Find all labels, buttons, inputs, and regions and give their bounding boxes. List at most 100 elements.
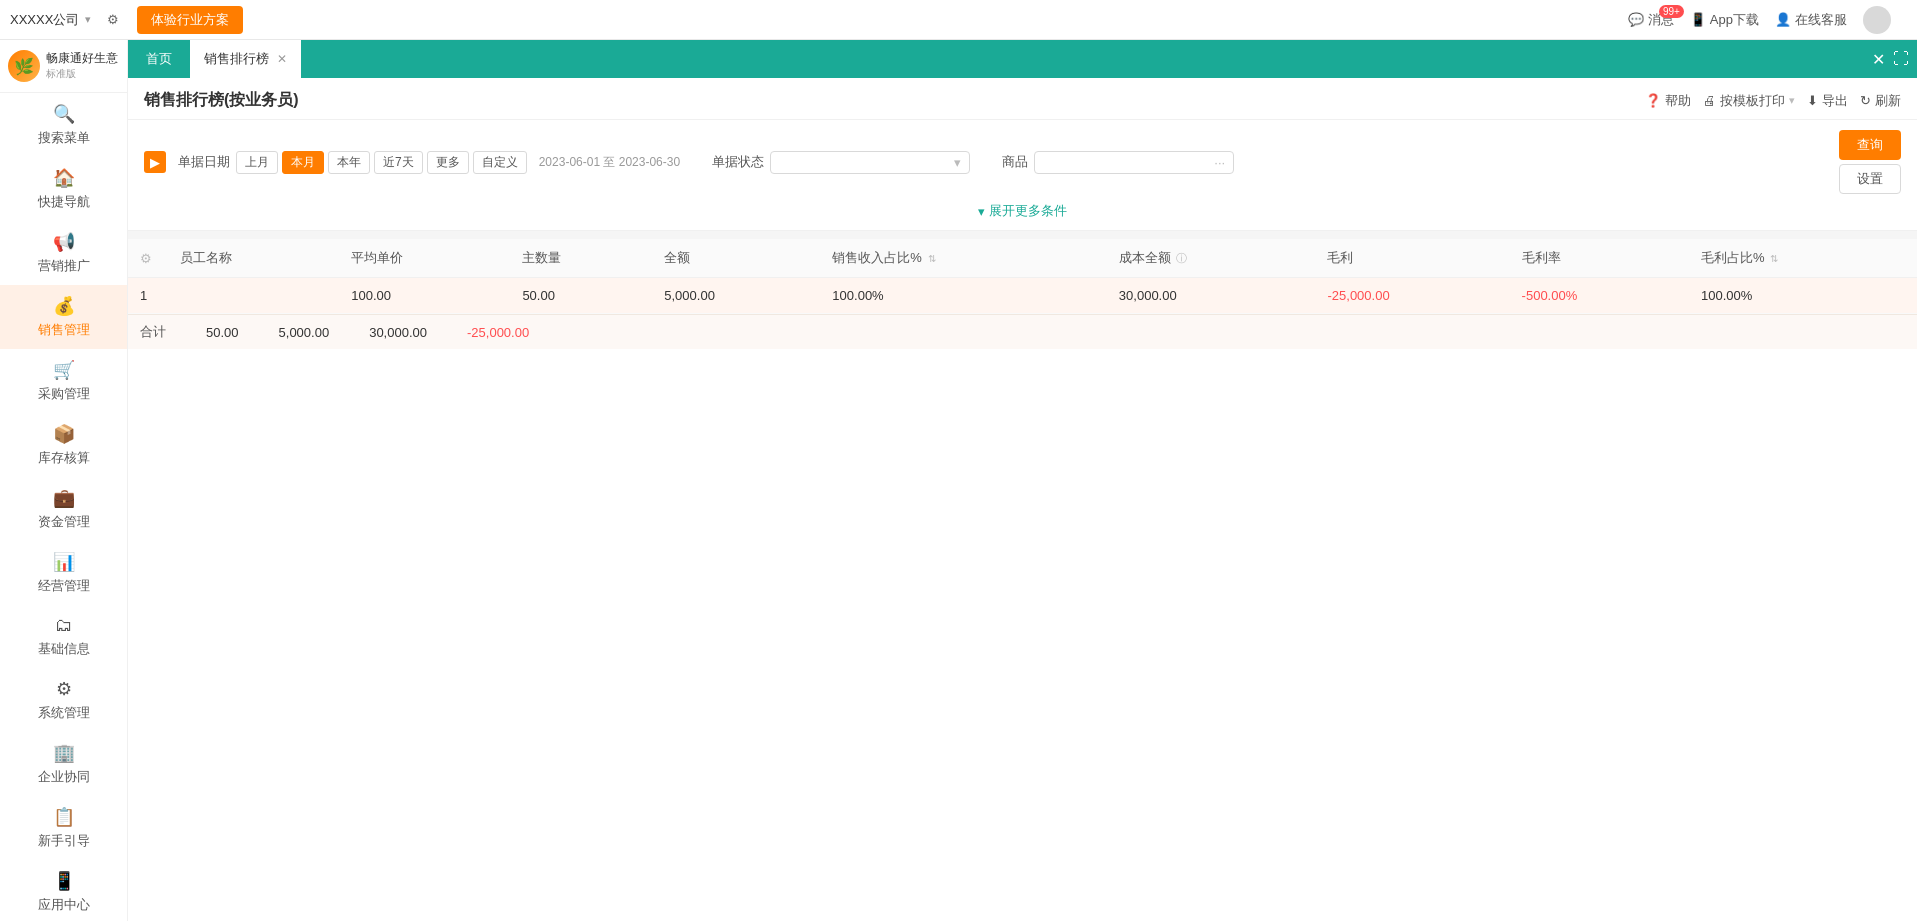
- window-maximize-icon[interactable]: ⛶: [1893, 50, 1909, 68]
- sidebar-item-purchase[interactable]: 🛒 采购管理: [0, 349, 127, 413]
- footer-gross-profit: -25,000.00: [467, 325, 529, 340]
- cost-info-icon[interactable]: ⓘ: [1176, 252, 1187, 264]
- window-close-icon[interactable]: ✕: [1872, 50, 1885, 69]
- collapse-filter-button[interactable]: ▶: [144, 151, 166, 173]
- expand-more-button[interactable]: ▾ 展开更多条件: [144, 202, 1901, 220]
- sidebar-item-label: 快捷导航: [38, 193, 90, 211]
- expand-more-label: 展开更多条件: [989, 202, 1067, 220]
- col-gross-rate: 毛利率: [1510, 239, 1689, 278]
- status-chevron-icon: ▾: [954, 155, 961, 170]
- page-actions: ❓ 帮助 🖨 按模板打印 ▾ ⬇ 导出 ↻ 刷新: [1645, 92, 1901, 110]
- sidebar-item-search[interactable]: 🔍 搜索菜单: [0, 93, 127, 157]
- filter-goods-item: 商品 ···: [1002, 151, 1234, 174]
- query-button[interactable]: 查询: [1839, 130, 1901, 160]
- filter-area: ▶ 单据日期 上月 本月 本年 近7天 更多 自定义 2023-06-01 至 …: [128, 120, 1917, 231]
- sidebar-item-label: 基础信息: [38, 640, 90, 658]
- service-label: 在线客服: [1795, 11, 1847, 29]
- data-table-wrapper: ⚙ 员工名称 平均单价 主数量: [128, 239, 1917, 921]
- app-icon: 📱: [1690, 12, 1706, 27]
- col-gross-pct: 毛利占比% ⇅: [1689, 239, 1917, 278]
- export-label: 导出: [1822, 92, 1848, 110]
- last7days-btn[interactable]: 近7天: [374, 151, 423, 174]
- avatar[interactable]: [1863, 6, 1891, 34]
- sidebar-item-guide[interactable]: 📋 新手引导: [0, 796, 127, 860]
- footer-cost-amount: 30,000.00: [369, 325, 427, 340]
- custom-btn[interactable]: 自定义: [473, 151, 527, 174]
- cell-sales-pct: 100.00%: [820, 278, 1107, 314]
- purchase-icon: 🛒: [53, 359, 75, 381]
- col-sales-pct: 销售收入占比% ⇅: [820, 239, 1107, 278]
- sidebar-item-sales[interactable]: 💰 销售管理: [0, 285, 127, 349]
- refresh-button[interactable]: ↻ 刷新: [1860, 92, 1901, 110]
- goods-input[interactable]: ···: [1034, 151, 1234, 174]
- system-icon: ⚙: [56, 678, 72, 700]
- tab-bar-right: ✕ ⛶: [1872, 50, 1917, 69]
- print-chevron-icon: ▾: [1789, 94, 1795, 107]
- page-title: 销售排行榜(按业务员): [144, 90, 299, 111]
- more-btn[interactable]: 更多: [427, 151, 469, 174]
- header-right: 💬 消息 99+ 📱 App下载 👤 在线客服: [1628, 6, 1907, 34]
- page-area: 销售排行榜(按业务员) ❓ 帮助 🖨 按模板打印 ▾ ⬇ 导出: [128, 78, 1917, 921]
- col-setting[interactable]: ⚙: [128, 239, 168, 278]
- filter-row-main: ▶ 单据日期 上月 本月 本年 近7天 更多 自定义 2023-06-01 至 …: [144, 130, 1901, 194]
- table-header-row: ⚙ 员工名称 平均单价 主数量: [128, 239, 1917, 278]
- sidebar-item-label: 新手引导: [38, 832, 90, 850]
- sidebar-item-apps[interactable]: 📱 应用中心: [0, 860, 127, 921]
- current-year-btn[interactable]: 本年: [328, 151, 370, 174]
- col-avg-price: 平均单价: [339, 239, 510, 278]
- company-selector[interactable]: XXXXX公司 ▾: [10, 11, 91, 29]
- col-name-label: 员工名称: [180, 250, 232, 265]
- sidebar-item-label: 搜索菜单: [38, 129, 90, 147]
- footer-label: 合计: [140, 323, 166, 341]
- message-button[interactable]: 💬 消息 99+: [1628, 11, 1674, 29]
- sidebar-item-label: 应用中心: [38, 896, 90, 914]
- sidebar-item-label: 营销推广: [38, 257, 90, 275]
- tab-bar: 首页 销售排行榜 ✕ ✕ ⛶: [128, 40, 1917, 78]
- table-footer: 合计 50.00 5,000.00 30,000.00 -25,000.00: [128, 314, 1917, 349]
- sidebar-item-quick[interactable]: 🏠 快捷导航: [0, 157, 127, 221]
- top-header: XXXXX公司 ▾ ⚙ 体验行业方案 💬 消息 99+ 📱 App下载 👤 在线…: [0, 0, 1917, 40]
- basic-icon: 🗂: [55, 615, 73, 636]
- sales-icon: 💰: [53, 295, 75, 317]
- sidebar-item-marketing[interactable]: 📢 营销推广: [0, 221, 127, 285]
- company-chevron-icon: ▾: [85, 13, 91, 26]
- cell-rank: 1: [128, 278, 168, 314]
- export-button[interactable]: ⬇ 导出: [1807, 92, 1848, 110]
- col-gross-rate-label: 毛利率: [1522, 250, 1561, 265]
- tab-close-icon[interactable]: ✕: [277, 52, 287, 66]
- online-service-button[interactable]: 👤 在线客服: [1775, 11, 1847, 29]
- enterprise-icon: 🏢: [53, 742, 75, 764]
- company-name: XXXXX公司: [10, 11, 79, 29]
- date-label: 单据日期: [178, 153, 230, 171]
- help-label: 帮助: [1665, 92, 1691, 110]
- sidebar-item-finance[interactable]: 💼 资金管理: [0, 477, 127, 541]
- column-settings-icon[interactable]: ⚙: [140, 251, 152, 266]
- tab-sales-ranking[interactable]: 销售排行榜 ✕: [190, 40, 301, 78]
- cell-gross-profit: -25,000.00: [1315, 278, 1509, 314]
- sidebar-item-inventory[interactable]: 📦 库存核算: [0, 413, 127, 477]
- sidebar-item-system[interactable]: ⚙ 系统管理: [0, 668, 127, 732]
- sidebar-item-operation[interactable]: 📊 经营管理: [0, 541, 127, 605]
- sidebar-item-basic[interactable]: 🗂 基础信息: [0, 605, 127, 668]
- marketing-icon: 📢: [53, 231, 75, 253]
- filter-status-item: 单据状态 ▾: [712, 151, 970, 174]
- sidebar-item-label: 企业协同: [38, 768, 90, 786]
- app-download-button[interactable]: 📱 App下载: [1690, 11, 1759, 29]
- sidebar-item-label: 采购管理: [38, 385, 90, 403]
- sidebar-item-enterprise[interactable]: 🏢 企业协同: [0, 732, 127, 796]
- col-sales-pct-label: 销售收入占比%: [832, 250, 922, 265]
- print-button[interactable]: 🖨 按模板打印 ▾: [1703, 92, 1795, 110]
- last-month-btn[interactable]: 上月: [236, 151, 278, 174]
- footer-amount-value: 5,000.00: [279, 325, 330, 340]
- tab-home[interactable]: 首页: [128, 40, 190, 78]
- settings-icon[interactable]: ⚙: [99, 6, 127, 34]
- refresh-icon: ↻: [1860, 93, 1871, 108]
- trial-button[interactable]: 体验行业方案: [137, 6, 243, 34]
- inventory-icon: 📦: [53, 423, 75, 445]
- help-button[interactable]: ❓ 帮助: [1645, 92, 1691, 110]
- search-icon: 🔍: [53, 103, 75, 125]
- current-month-btn[interactable]: 本月: [282, 151, 324, 174]
- main-content: 首页 销售排行榜 ✕ ✕ ⛶ 销售排行榜(按业务员) ❓ 帮助: [128, 40, 1917, 921]
- filter-settings-button[interactable]: 设置: [1839, 164, 1901, 194]
- status-select[interactable]: ▾: [770, 151, 970, 174]
